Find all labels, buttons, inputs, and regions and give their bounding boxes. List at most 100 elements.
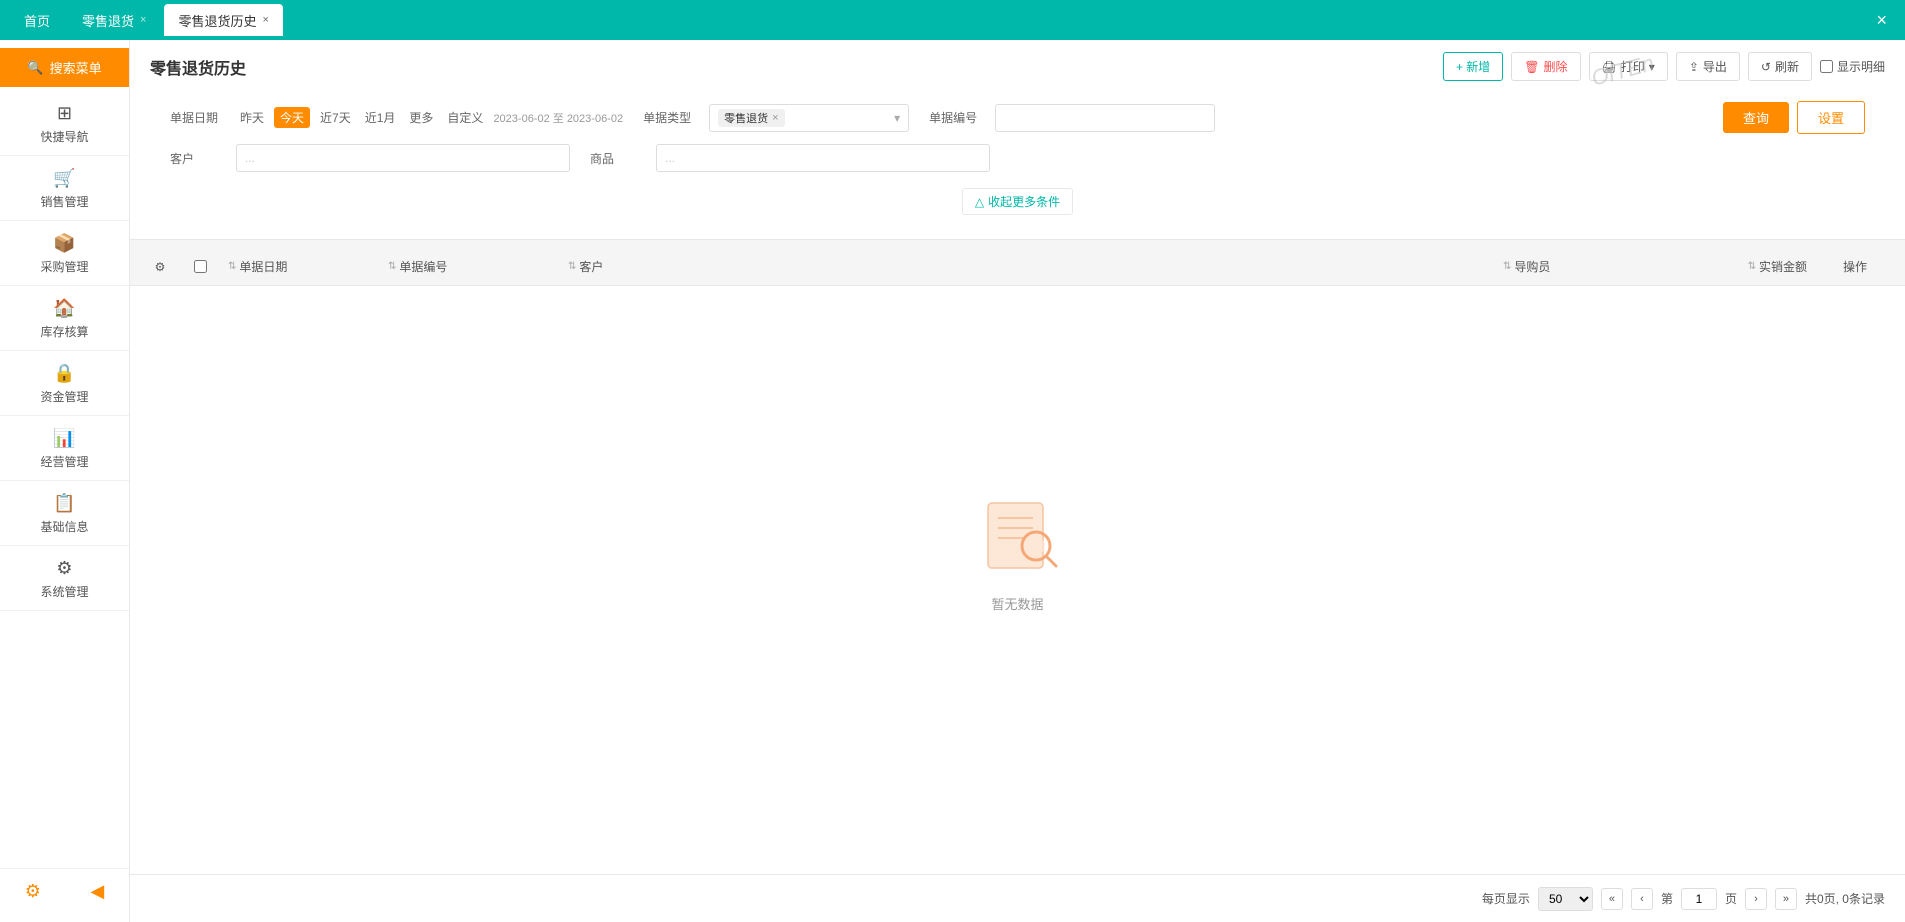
tab-retail-return[interactable]: 零售退货 × <box>68 4 160 36</box>
bill-type-label: 单据类型 <box>643 109 703 126</box>
inventory-icon: 🏠 <box>53 298 75 319</box>
sort-guide-icon[interactable]: ⇅ <box>1503 261 1511 272</box>
empty-icon <box>968 488 1068 578</box>
sort-bill-icon[interactable]: ⇅ <box>388 261 396 272</box>
page-title: 零售退货历史 <box>150 55 246 79</box>
pagination: 每页显示 10 20 50 100 « ‹ 第 页 › <box>130 874 1905 922</box>
sidebar-item-purchase-mgmt[interactable]: 📦 采购管理 <box>0 221 129 286</box>
refresh-icon: ↺ <box>1761 60 1771 74</box>
sidebar-collapse-button[interactable]: ◀ <box>90 881 104 902</box>
purchase-mgmt-icon: 📦 <box>53 233 75 254</box>
empty-text: 暂无数据 <box>991 594 1043 613</box>
close-retail-return-tab[interactable]: × <box>140 14 146 26</box>
page-number-input[interactable] <box>1681 888 1717 910</box>
shortcut-1month[interactable]: 近1月 <box>361 107 400 128</box>
export-icon: ⇪ <box>1689 60 1699 74</box>
filter-settings-button[interactable]: 设置 <box>1797 101 1865 134</box>
shortcut-custom[interactable]: 自定义 <box>443 107 487 128</box>
table-header: ⚙ ⇅ 单据日期 ⇅ 单据编号 ⇅ 客户 ⇅ <box>130 248 1905 286</box>
goods-placeholder: ... <box>665 151 675 165</box>
page-word: 第 <box>1661 890 1673 907</box>
bill-no-label: 单据编号 <box>929 109 989 126</box>
sort-amount-icon[interactable]: ⇅ <box>1748 261 1756 272</box>
customer-select[interactable]: ... <box>236 144 570 172</box>
table-area: ⚙ ⇅ 单据日期 ⇅ 单据编号 ⇅ 客户 ⇅ <box>130 248 1905 922</box>
main-content: 零售退货历史 + 新增 🗑 删除 🖨 打印 ▾ ⇪ 导出 <box>130 40 1905 922</box>
goods-select[interactable]: ... <box>656 144 990 172</box>
filter-row-1: 单据日期 昨天 今天 近7天 近1月 更多 自定义 2023-06-02 至 2… <box>170 101 1865 134</box>
customer-label: 客户 <box>170 150 230 167</box>
close-retail-return-history-tab[interactable]: × <box>262 14 268 26</box>
sidebar-item-quick-nav[interactable]: ⊞ 快捷导航 <box>0 91 129 156</box>
bill-type-tag: 零售退货 × <box>718 109 784 127</box>
per-page-select[interactable]: 10 20 50 100 <box>1538 887 1593 911</box>
per-page-label: 每页显示 <box>1482 890 1530 907</box>
collapse-filters-button[interactable]: △ 收起更多条件 <box>962 188 1073 215</box>
goods-label: 商品 <box>590 150 650 167</box>
first-page-button[interactable]: « <box>1601 888 1623 910</box>
main-layout: 🔍 搜索菜单 ⊞ 快捷导航 🛒 销售管理 📦 采购管理 🏠 库存核算 🔒 资金管… <box>0 40 1905 922</box>
shortcut-7days[interactable]: 近7天 <box>316 107 355 128</box>
shortcut-yesterday[interactable]: 昨天 <box>236 107 268 128</box>
date-range-display: 2023-06-02 至 2023-06-02 <box>493 110 623 126</box>
window-close-button[interactable]: × <box>1868 10 1895 31</box>
prev-page-button[interactable]: ‹ <box>1631 888 1653 910</box>
goods-filter-item: 商品 ... <box>590 144 990 172</box>
bill-no-input[interactable] <box>995 104 1215 132</box>
search-icon: 🔍 <box>27 60 43 76</box>
sidebar-search[interactable]: 🔍 搜索菜单 <box>0 48 129 87</box>
sidebar-item-finance[interactable]: 🔒 资金管理 <box>0 351 129 416</box>
customer-placeholder: ... <box>245 151 255 165</box>
action-buttons: 查询 设置 <box>1723 101 1865 134</box>
last-page-button[interactable]: » <box>1775 888 1797 910</box>
refresh-button[interactable]: ↺ 刷新 <box>1748 52 1812 81</box>
export-button[interactable]: ⇪ 导出 <box>1676 52 1740 81</box>
next-page-button[interactable]: › <box>1745 888 1767 910</box>
sidebar-item-base-info[interactable]: 📋 基础信息 <box>0 481 129 546</box>
page-title-row: 零售退货历史 + 新增 🗑 删除 🖨 打印 ▾ ⇪ 导出 <box>150 52 1885 81</box>
customer-filter-item: 客户 ... <box>170 144 570 172</box>
bill-no-filter-item: 单据编号 <box>929 104 1215 132</box>
sidebar-item-inventory[interactable]: 🏠 库存核算 <box>0 286 129 351</box>
th-settings: ⚙ <box>140 260 180 274</box>
column-settings-icon[interactable]: ⚙ <box>155 260 166 274</box>
collapse-icon: △ <box>975 195 984 209</box>
print-icon: 🖨 <box>1602 60 1617 74</box>
settings-gear-button[interactable]: ⚙ <box>25 881 41 902</box>
finance-icon: 🔒 <box>53 363 75 384</box>
delete-button[interactable]: 🗑 删除 <box>1511 52 1580 81</box>
query-button[interactable]: 查询 <box>1723 102 1789 133</box>
sales-mgmt-icon: 🛒 <box>53 168 75 189</box>
quick-nav-icon: ⊞ <box>57 103 72 124</box>
th-bill-no: ⇅ 单据编号 <box>380 258 560 275</box>
date-shortcut-group: 昨天 今天 近7天 近1月 更多 自定义 <box>236 107 487 128</box>
sidebar-item-sales-mgmt[interactable]: 🛒 销售管理 <box>0 156 129 221</box>
th-date: ⇅ 单据日期 <box>220 258 380 275</box>
show-detail-checkbox-label[interactable]: 显示明细 <box>1820 58 1885 75</box>
bill-type-filter-item: 单据类型 零售退货 × ▾ <box>643 104 909 132</box>
filter-area: 单据日期 昨天 今天 近7天 近1月 更多 自定义 2023-06-02 至 2… <box>150 91 1885 239</box>
shortcut-today[interactable]: 今天 <box>274 107 310 128</box>
bill-type-tag-close[interactable]: × <box>772 112 778 124</box>
shortcut-more[interactable]: 更多 <box>405 107 437 128</box>
th-checkbox <box>180 260 220 273</box>
delete-icon: 🗑 <box>1524 60 1539 74</box>
bill-type-select[interactable]: 零售退货 × ▾ <box>709 104 909 132</box>
show-detail-checkbox[interactable] <box>1820 60 1833 73</box>
add-button[interactable]: + 新增 <box>1443 52 1503 81</box>
sort-customer-icon[interactable]: ⇅ <box>568 261 576 272</box>
print-button[interactable]: 🖨 打印 ▾ <box>1589 52 1668 81</box>
sidebar-item-operations[interactable]: 📊 经营管理 <box>0 416 129 481</box>
sidebar-item-system-mgmt[interactable]: ⚙ 系统管理 <box>0 546 129 611</box>
toolbar: + 新增 🗑 删除 🖨 打印 ▾ ⇪ 导出 ↺ <box>1443 52 1885 81</box>
select-all-checkbox[interactable] <box>194 260 207 273</box>
base-info-icon: 📋 <box>53 493 75 514</box>
sidebar-bottom: ⚙ ◀ <box>0 868 129 914</box>
th-amount: ⇅ 实销金额 <box>1675 258 1815 275</box>
page-unit: 页 <box>1725 890 1737 907</box>
tab-home[interactable]: 首页 <box>10 4 64 36</box>
filter-row-2: 客户 ... 商品 ... <box>170 144 1865 172</box>
sort-date-icon[interactable]: ⇅ <box>228 261 236 272</box>
tab-retail-return-history[interactable]: 零售退货历史 × <box>164 4 282 36</box>
print-chevron-icon: ▾ <box>1649 60 1655 74</box>
